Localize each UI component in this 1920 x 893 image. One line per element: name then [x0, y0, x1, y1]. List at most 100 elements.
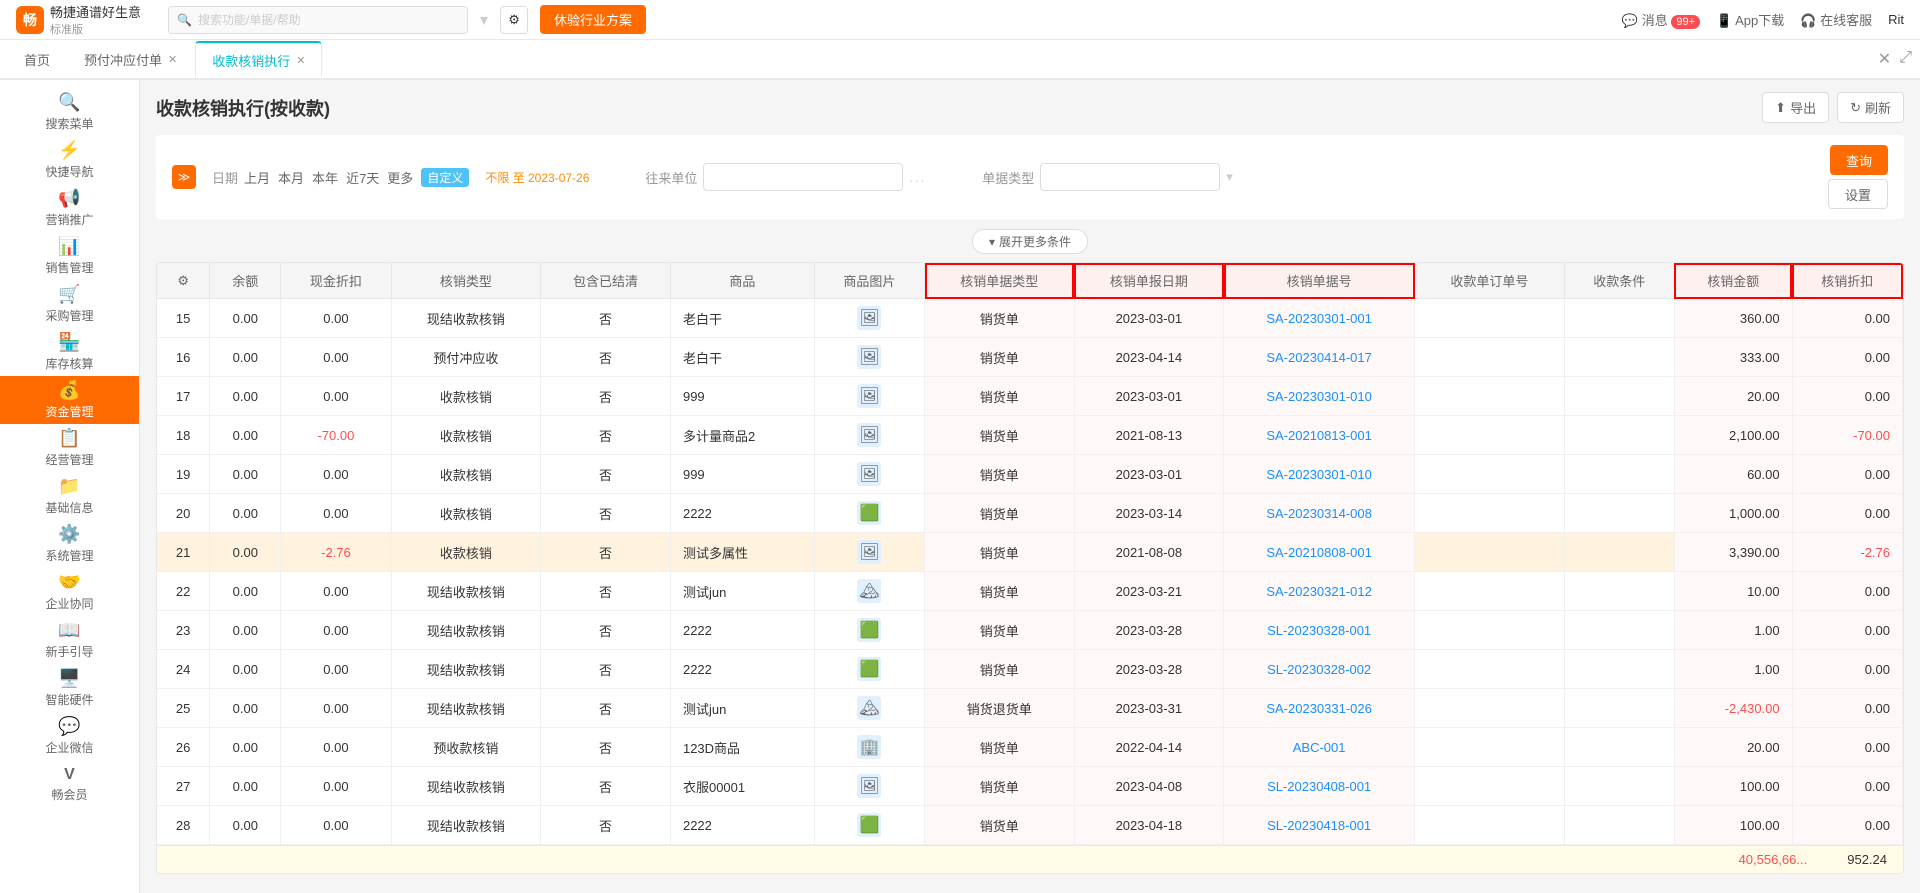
bill-type-input[interactable] — [1040, 163, 1220, 191]
tab-verify-close-icon[interactable]: ✕ — [296, 54, 305, 67]
sidebar-item-sales[interactable]: 📊 销售管理 — [0, 232, 139, 280]
cell-goods-img: 🟩 — [814, 806, 924, 845]
sidebar-item-inventory[interactable]: 🏪 库存核算 — [0, 328, 139, 376]
cell-balance: 0.00 — [210, 377, 281, 416]
cell-cash-discount: 0.00 — [281, 299, 391, 338]
sidebar-item-basic-info[interactable]: 📁 基础信息 — [0, 472, 139, 520]
settings-gear-button[interactable]: ⚙ — [500, 6, 528, 34]
cell-verify-date: 2023-03-31 — [1074, 689, 1224, 728]
industry-solution-button[interactable]: 休验行业方案 — [540, 5, 646, 34]
cell-verify-amount: 360.00 — [1674, 299, 1792, 338]
cell-goods-img: 🖼 — [814, 377, 924, 416]
refresh-button[interactable]: ↻ 刷新 — [1837, 92, 1904, 123]
cell-verify-discount: 0.00 — [1792, 650, 1902, 689]
date-range-text: 不限 至 2023-07-26 — [485, 169, 589, 186]
cell-verify-amount: 333.00 — [1674, 338, 1792, 377]
date-filter-group: 日期 上月 本月 本年 近7天 更多 自定义 — [212, 168, 469, 187]
date-quick-links: 上月 本月 本年 近7天 更多 自定义 — [244, 168, 469, 187]
cell-verify-discount: 0.00 — [1792, 299, 1902, 338]
sidebar-item-finance[interactable]: 💰 资金管理 — [0, 376, 139, 424]
cell-receipt-condition — [1564, 650, 1674, 689]
sidebar-item-hardware[interactable]: 🖥️ 智能硬件 — [0, 664, 139, 712]
this-year-link[interactable]: 本年 — [312, 168, 338, 187]
sidebar-item-guide[interactable]: 📖 新手引导 — [0, 616, 139, 664]
query-button[interactable]: 查询 — [1830, 145, 1888, 175]
table-settings-button[interactable]: 设置 — [1828, 179, 1888, 209]
cell-verify-amount: 100.00 — [1674, 767, 1792, 806]
table-row: 17 0.00 0.00 收款核销 否 999 🖼 销货单 2023-03-01… — [157, 377, 1903, 416]
messages-button[interactable]: 💬 消息 99+ — [1622, 10, 1700, 29]
th-settings[interactable]: ⚙ — [157, 263, 210, 299]
refresh-icon: ↻ — [1850, 100, 1861, 116]
handshake-icon: 🤝 — [58, 572, 80, 593]
bill-type-label: 单据类型 — [982, 168, 1034, 187]
last-7days-link[interactable]: 近7天 — [346, 168, 379, 187]
cell-balance: 0.00 — [210, 533, 281, 572]
cell-balance: 0.00 — [210, 455, 281, 494]
cell-goods: 衣服00001 — [670, 767, 814, 806]
cell-include-cleared: 否 — [541, 650, 671, 689]
cell-include-cleared: 否 — [541, 377, 671, 416]
sidebar-item-marketing[interactable]: 📢 营销推广 — [0, 184, 139, 232]
total-discount-footer: 952.24 — [1847, 852, 1887, 867]
app-download-button[interactable]: 📱 App下载 — [1716, 10, 1784, 29]
cell-verify-bill-type: 销货单 — [925, 572, 1075, 611]
gear-icon: ⚙️ — [58, 524, 80, 545]
folder-icon: 📁 — [58, 476, 80, 497]
tab-home[interactable]: 首页 — [8, 41, 66, 77]
header-actions: ⬆ 导出 ↻ 刷新 — [1762, 92, 1904, 123]
tab-home-label: 首页 — [24, 50, 50, 69]
cell-cash-discount: -2.76 — [281, 533, 391, 572]
sidebar-item-search[interactable]: 🔍 搜索菜单 — [0, 88, 139, 136]
dots-separator: ... — [909, 170, 926, 185]
close-window-icon[interactable]: ✕ — [1878, 49, 1891, 69]
filter-toggle-button[interactable]: ≫ — [172, 165, 196, 189]
dropdown-arrow-icon[interactable]: ▾ — [480, 10, 488, 30]
th-include-cleared: 包含已结清 — [541, 263, 671, 299]
tab-verify-label: 收款核销执行 — [212, 51, 290, 70]
cell-verify-bill-no: SA-20230314-008 — [1224, 494, 1415, 533]
expand-conditions-button[interactable]: ▾ 展开更多条件 — [972, 229, 1088, 254]
sidebar-item-shortcut[interactable]: ⚡ 快捷导航 — [0, 136, 139, 184]
last-month-link[interactable]: 上月 — [244, 168, 270, 187]
sidebar-item-operations[interactable]: 📋 经营管理 — [0, 424, 139, 472]
cell-include-cleared: 否 — [541, 299, 671, 338]
cell-verify-discount: 0.00 — [1792, 572, 1902, 611]
cell-receipt-condition — [1564, 416, 1674, 455]
sidebar-item-purchase[interactable]: 🛒 采购管理 — [0, 280, 139, 328]
table-row: 19 0.00 0.00 收款核销 否 999 🖼 销货单 2023-03-01… — [157, 455, 1903, 494]
tab-verify[interactable]: 收款核销执行 ✕ — [195, 41, 322, 77]
main-content: 收款核销执行(按收款) ⬆ 导出 ↻ 刷新 ≫ 日期 上月 本月 本 — [140, 80, 1920, 893]
cell-verify-bill-no: SA-20230301-001 — [1224, 299, 1415, 338]
tab-prepay-close-icon[interactable]: ✕ — [168, 53, 177, 66]
cell-receipt-condition — [1564, 806, 1674, 845]
cell-cash-discount: 0.00 — [281, 611, 391, 650]
th-receipt-condition: 收款条件 — [1564, 263, 1674, 299]
sidebar-item-system[interactable]: ⚙️ 系统管理 — [0, 520, 139, 568]
more-date-link[interactable]: 更多 — [387, 168, 413, 187]
sidebar-item-member[interactable]: V 畅会员 — [0, 760, 139, 808]
tab-prepay[interactable]: 预付冲应付单 ✕ — [68, 41, 193, 77]
cell-verify-bill-type: 销货单 — [925, 533, 1075, 572]
sidebar-item-wechat[interactable]: 💬 企业微信 — [0, 712, 139, 760]
from-unit-input[interactable] — [703, 163, 903, 191]
cell-goods-img: 🟩 — [814, 650, 924, 689]
clipboard-icon: 📋 — [58, 428, 80, 449]
cell-balance: 0.00 — [210, 650, 281, 689]
this-month-link[interactable]: 本月 — [278, 168, 304, 187]
user-name: Rit — [1888, 12, 1904, 27]
custom-date-button[interactable]: 自定义 — [421, 168, 469, 187]
export-button[interactable]: ⬆ 导出 — [1762, 92, 1829, 123]
cell-verify-bill-no: ABC-001 — [1224, 728, 1415, 767]
logo-icon: 畅 — [16, 6, 44, 34]
sidebar-item-collab[interactable]: 🤝 企业协同 — [0, 568, 139, 616]
maximize-icon[interactable]: ⤢ — [1899, 49, 1912, 69]
bill-type-dropdown-icon[interactable]: ▾ — [1226, 169, 1233, 185]
table-row: 22 0.00 0.00 现结收款核销 否 测试jun 🏔 销货单 2023-0… — [157, 572, 1903, 611]
cell-balance: 0.00 — [210, 494, 281, 533]
cell-id: 20 — [157, 494, 210, 533]
cell-receipt-condition — [1564, 533, 1674, 572]
tab-prepay-label: 预付冲应付单 — [84, 50, 162, 69]
online-service-button[interactable]: 🎧 在线客服 — [1800, 10, 1872, 29]
cell-include-cleared: 否 — [541, 572, 671, 611]
